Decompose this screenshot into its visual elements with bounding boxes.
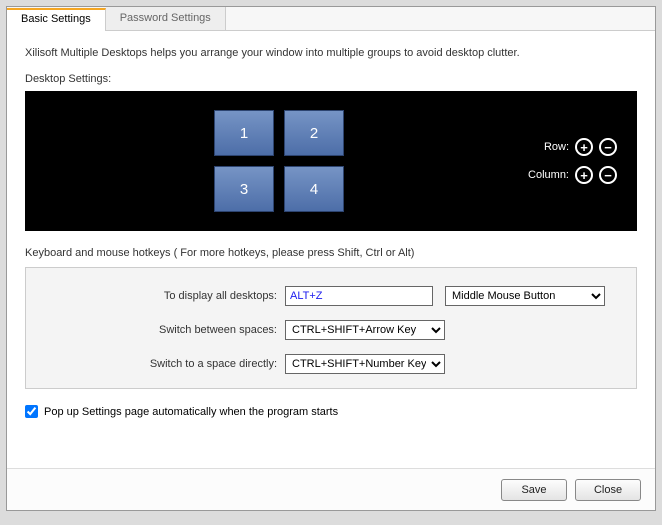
desktop-preview-panel: 1 2 3 4 Row: + − Column: + − [25,91,637,231]
hotkeys-label: Keyboard and mouse hotkeys ( For more ho… [25,247,637,259]
switch-between-select[interactable]: CTRL+SHIFT+Arrow Key [285,320,445,340]
desktop-cell-2[interactable]: 2 [284,110,344,156]
display-all-label: To display all desktops: [40,290,285,302]
popup-checkbox-row: Pop up Settings page automatically when … [25,405,637,418]
desktop-grid: 1 2 3 4 [214,110,344,212]
popup-checkbox-label: Pop up Settings page automatically when … [44,406,338,418]
intro-text: Xilisoft Multiple Desktops helps you arr… [25,47,637,59]
column-plus-button[interactable]: + [575,166,593,184]
switch-between-label: Switch between spaces: [40,324,285,336]
display-all-input[interactable] [285,286,433,306]
row-control: Row: + − [519,138,617,156]
tab-password-settings[interactable]: Password Settings [106,7,226,30]
desktop-cell-3[interactable]: 3 [214,166,274,212]
hotkeys-panel: To display all desktops: Middle Mouse Bu… [25,267,637,389]
footer: Save Close [7,468,655,510]
row-plus-button[interactable]: + [575,138,593,156]
save-button[interactable]: Save [501,479,567,501]
popup-checkbox[interactable] [25,405,38,418]
row-minus-button[interactable]: − [599,138,617,156]
row-label: Row: [519,141,569,153]
content-area: Xilisoft Multiple Desktops helps you arr… [7,31,655,418]
switch-direct-label: Switch to a space directly: [40,358,285,370]
mouse-button-select[interactable]: Middle Mouse Button [445,286,605,306]
desktop-settings-label: Desktop Settings: [25,73,637,85]
hotkey-row-switch-direct: Switch to a space directly: CTRL+SHIFT+N… [40,354,622,374]
hotkey-row-display-all: To display all desktops: Middle Mouse Bu… [40,286,622,306]
settings-window: Basic Settings Password Settings Xilisof… [6,6,656,511]
column-control: Column: + − [519,166,617,184]
hotkey-row-switch-between: Switch between spaces: CTRL+SHIFT+Arrow … [40,320,622,340]
tab-bar: Basic Settings Password Settings [7,7,655,31]
grid-wrap: 1 2 3 4 [39,110,519,212]
column-label: Column: [519,169,569,181]
tab-basic-settings[interactable]: Basic Settings [7,8,106,31]
grid-controls: Row: + − Column: + − [519,138,623,184]
column-minus-button[interactable]: − [599,166,617,184]
close-button[interactable]: Close [575,479,641,501]
switch-direct-select[interactable]: CTRL+SHIFT+Number Key [285,354,445,374]
desktop-cell-1[interactable]: 1 [214,110,274,156]
desktop-cell-4[interactable]: 4 [284,166,344,212]
